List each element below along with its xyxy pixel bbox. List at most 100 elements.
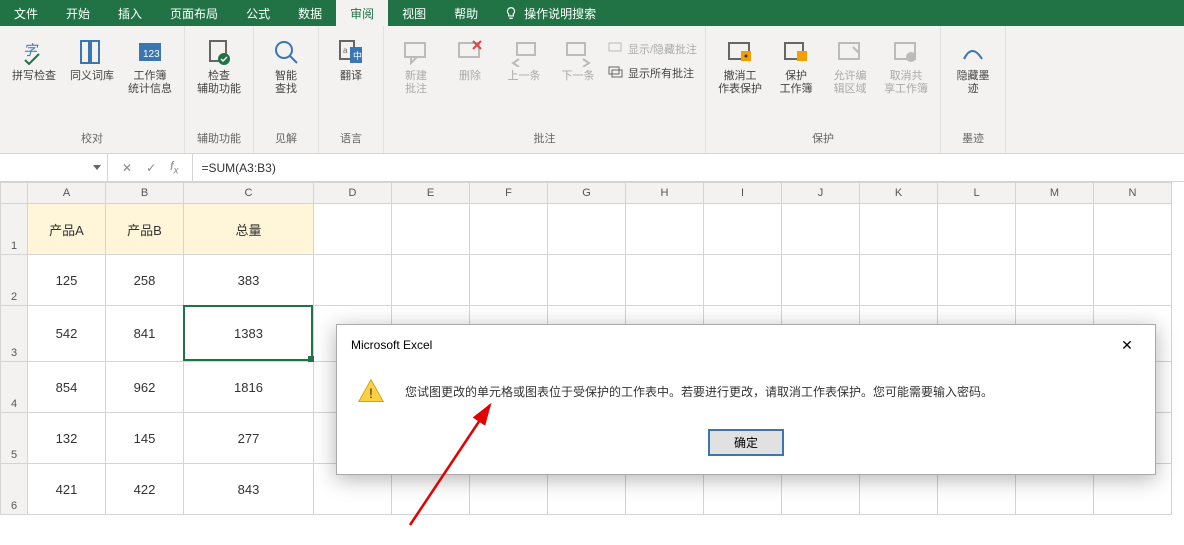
hide-ink-button[interactable]: 隐藏墨 迹 bbox=[949, 34, 997, 98]
row-header-3[interactable]: 3 bbox=[0, 306, 28, 362]
cell-A4[interactable]: 854 bbox=[28, 362, 106, 413]
cell-F1[interactable] bbox=[470, 204, 548, 255]
spelling-button[interactable]: 字 拼写检查 bbox=[8, 34, 60, 85]
row-header-4[interactable]: 4 bbox=[0, 362, 28, 413]
tab-home[interactable]: 开始 bbox=[52, 0, 104, 26]
col-header-N[interactable]: N bbox=[1094, 182, 1172, 204]
select-all-button[interactable] bbox=[0, 182, 28, 204]
unprotect-sheet-button[interactable]: 撤消工 作表保护 bbox=[714, 34, 766, 98]
prev-comment-button[interactable]: 上一条 bbox=[500, 34, 548, 85]
tab-view[interactable]: 视图 bbox=[388, 0, 440, 26]
tab-insert[interactable]: 插入 bbox=[104, 0, 156, 26]
col-header-I[interactable]: I bbox=[704, 182, 782, 204]
cell-B3[interactable]: 841 bbox=[106, 306, 184, 362]
new-comment-button[interactable]: 新建 批注 bbox=[392, 34, 440, 98]
tab-layout[interactable]: 页面布局 bbox=[156, 0, 232, 26]
cell-H2[interactable] bbox=[626, 255, 704, 306]
cell-K2[interactable] bbox=[860, 255, 938, 306]
cell-C5[interactable]: 277 bbox=[184, 413, 314, 464]
allow-edit-button[interactable]: 允许编 辑区域 bbox=[826, 34, 874, 98]
tab-file[interactable]: 文件 bbox=[0, 0, 52, 26]
cell-N1[interactable] bbox=[1094, 204, 1172, 255]
showall-comment-check[interactable]: 显示所有批注 bbox=[608, 62, 697, 84]
row-header-2[interactable]: 2 bbox=[0, 255, 28, 306]
tab-review[interactable]: 审阅 bbox=[336, 0, 388, 26]
enter-formula-icon[interactable]: ✓ bbox=[146, 161, 156, 175]
stats-button[interactable]: 123 工作簿 统计信息 bbox=[124, 34, 176, 98]
cell-J1[interactable] bbox=[782, 204, 860, 255]
cell-I1[interactable] bbox=[704, 204, 782, 255]
cell-B5[interactable]: 145 bbox=[106, 413, 184, 464]
cell-G2[interactable] bbox=[548, 255, 626, 306]
dialog-ok-button[interactable]: 确定 bbox=[708, 429, 784, 456]
cell-A6[interactable]: 421 bbox=[28, 464, 106, 515]
tab-formulas[interactable]: 公式 bbox=[232, 0, 284, 26]
name-box[interactable] bbox=[0, 154, 108, 181]
cell-C3[interactable]: 1383 bbox=[184, 306, 314, 362]
col-header-K[interactable]: K bbox=[860, 182, 938, 204]
cell-E2[interactable] bbox=[392, 255, 470, 306]
protect-workbook-button[interactable]: 保护 工作簿 bbox=[772, 34, 820, 98]
cell-E1[interactable] bbox=[392, 204, 470, 255]
dialog-title: Microsoft Excel bbox=[351, 338, 432, 352]
col-header-B[interactable]: B bbox=[106, 182, 184, 204]
check-accessibility-button[interactable]: 检查 辅助功能 bbox=[193, 34, 245, 98]
cell-N2[interactable] bbox=[1094, 255, 1172, 306]
smart-lookup-button[interactable]: 智能 查找 bbox=[262, 34, 310, 98]
warning-icon: ! bbox=[357, 377, 385, 405]
col-header-A[interactable]: A bbox=[28, 182, 106, 204]
cell-F2[interactable] bbox=[470, 255, 548, 306]
cell-A5[interactable]: 132 bbox=[28, 413, 106, 464]
cell-B6[interactable]: 422 bbox=[106, 464, 184, 515]
formula-input[interactable]: =SUM(A3:B3) bbox=[193, 161, 1184, 175]
cell-D1[interactable] bbox=[314, 204, 392, 255]
cell-A1[interactable]: 产品A bbox=[28, 204, 106, 255]
col-header-J[interactable]: J bbox=[782, 182, 860, 204]
showhide-comment-check[interactable]: 显示/隐藏批注 bbox=[608, 38, 697, 60]
tab-help[interactable]: 帮助 bbox=[440, 0, 492, 26]
cell-C4[interactable]: 1816 bbox=[184, 362, 314, 413]
cell-M1[interactable] bbox=[1016, 204, 1094, 255]
col-header-L[interactable]: L bbox=[938, 182, 1016, 204]
tell-me-search[interactable]: 操作说明搜索 bbox=[492, 5, 608, 22]
cancel-formula-icon[interactable]: ✕ bbox=[122, 161, 132, 175]
col-header-M[interactable]: M bbox=[1016, 182, 1094, 204]
cell-H1[interactable] bbox=[626, 204, 704, 255]
cell-C6[interactable]: 843 bbox=[184, 464, 314, 515]
cell-K1[interactable] bbox=[860, 204, 938, 255]
cell-B1[interactable]: 产品B bbox=[106, 204, 184, 255]
cell-D2[interactable] bbox=[314, 255, 392, 306]
cell-G1[interactable] bbox=[548, 204, 626, 255]
col-header-C[interactable]: C bbox=[184, 182, 314, 204]
unshare-button[interactable]: 取消共 享工作簿 bbox=[880, 34, 932, 98]
svg-text:中: 中 bbox=[353, 50, 362, 61]
fx-icon[interactable]: fx bbox=[170, 159, 178, 176]
row-header-1[interactable]: 1 bbox=[0, 204, 28, 255]
cell-L1[interactable] bbox=[938, 204, 1016, 255]
group-proofing: 字 拼写检查 同义词库 123 工作簿 统计信息 校对 bbox=[0, 26, 185, 153]
cell-L2[interactable] bbox=[938, 255, 1016, 306]
row-header-5[interactable]: 5 bbox=[0, 413, 28, 464]
col-header-F[interactable]: F bbox=[470, 182, 548, 204]
col-header-G[interactable]: G bbox=[548, 182, 626, 204]
cell-B2[interactable]: 258 bbox=[106, 255, 184, 306]
col-header-H[interactable]: H bbox=[626, 182, 704, 204]
delete-comment-button[interactable]: 删除 bbox=[446, 34, 494, 85]
group-insights: 智能 查找 见解 bbox=[254, 26, 319, 153]
cell-J2[interactable] bbox=[782, 255, 860, 306]
cell-I2[interactable] bbox=[704, 255, 782, 306]
row-header-6[interactable]: 6 bbox=[0, 464, 28, 515]
thesaurus-button[interactable]: 同义词库 bbox=[66, 34, 118, 85]
cell-A2[interactable]: 125 bbox=[28, 255, 106, 306]
cell-C1[interactable]: 总量 bbox=[184, 204, 314, 255]
cell-C2[interactable]: 383 bbox=[184, 255, 314, 306]
col-header-D[interactable]: D bbox=[314, 182, 392, 204]
cell-M2[interactable] bbox=[1016, 255, 1094, 306]
cell-B4[interactable]: 962 bbox=[106, 362, 184, 413]
cell-A3[interactable]: 542 bbox=[28, 306, 106, 362]
tab-data[interactable]: 数据 bbox=[284, 0, 336, 26]
translate-button[interactable]: a中 翻译 bbox=[327, 34, 375, 85]
dialog-close-button[interactable]: ✕ bbox=[1113, 335, 1141, 355]
col-header-E[interactable]: E bbox=[392, 182, 470, 204]
next-comment-button[interactable]: 下一条 bbox=[554, 34, 602, 85]
